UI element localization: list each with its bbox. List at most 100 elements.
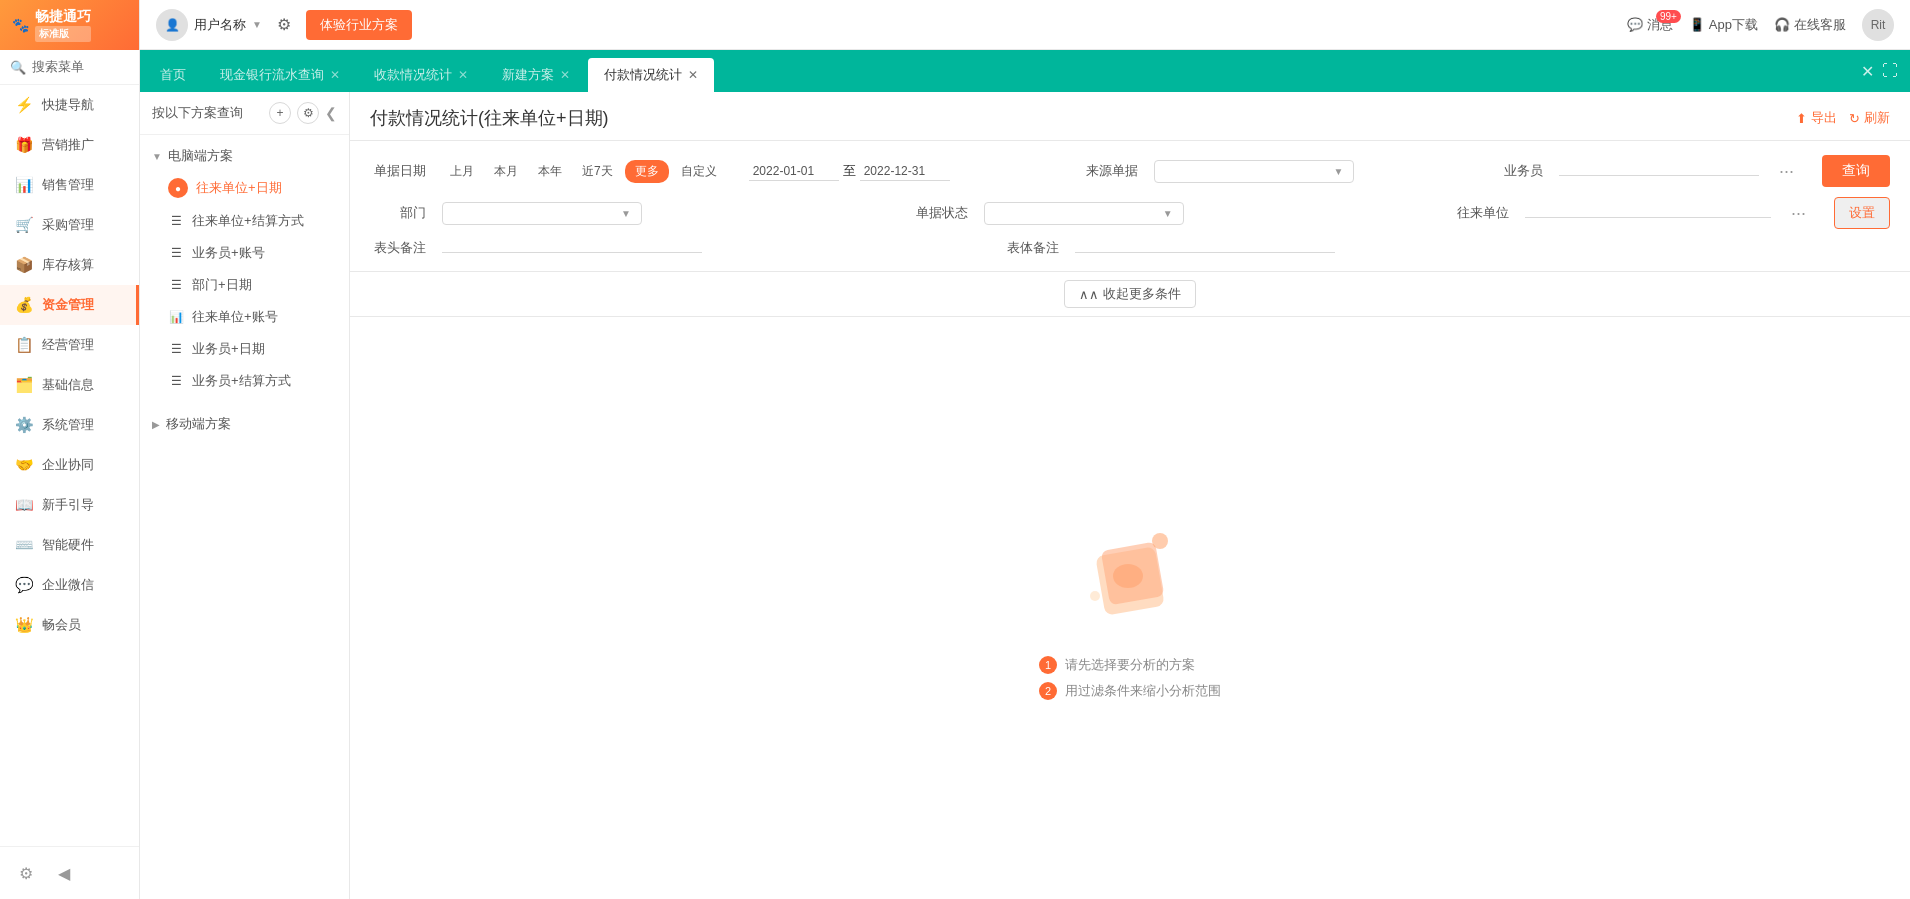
page-title-bar: 付款情况统计(往来单位+日期) ⬆ 导出 ↻ 刷新 — [350, 92, 1910, 141]
scheme-item-dept-date[interactable]: ☰ 部门+日期 — [140, 269, 349, 301]
header-settings-icon[interactable]: ⚙ — [270, 11, 298, 39]
partner-dots[interactable]: ··· — [1791, 203, 1806, 224]
date-input-range: 至 — [749, 162, 950, 181]
sidebar-search[interactable]: 🔍 搜索菜单 — [0, 50, 139, 85]
tab-payment-close[interactable]: ✕ — [688, 68, 698, 82]
scheme-item-icon: ☰ — [168, 245, 184, 261]
scheme-item-icon: ☰ — [168, 373, 184, 389]
date-opt-custom[interactable]: 自定义 — [673, 160, 725, 183]
settings-button[interactable]: 设置 — [1834, 197, 1890, 229]
trial-button[interactable]: 体验行业方案 — [306, 10, 412, 40]
tab-fullscreen-btn[interactable]: ⛶ — [1882, 62, 1898, 80]
tab-receipt-close[interactable]: ✕ — [458, 68, 468, 82]
online-service-action[interactable]: 🎧 在线客服 — [1774, 16, 1846, 34]
tab-new-scheme-close[interactable]: ✕ — [560, 68, 570, 82]
sidebar-item-label: 资金管理 — [42, 296, 94, 314]
date-opt-this-month[interactable]: 本月 — [486, 160, 526, 183]
scheme-item-partner-account[interactable]: 📊 往来单位+账号 — [140, 301, 349, 333]
sidebar-footer: ⚙ ◀ — [0, 846, 139, 899]
sidebar-settings-btn[interactable]: ⚙ — [12, 859, 40, 887]
date-separator: 至 — [843, 162, 856, 180]
content-area: 按以下方案查询 + ⚙ ❮ ▼ 电脑端方案 ● 往来单位+日期 ☰ — [140, 92, 1910, 899]
sidebar-item-member[interactable]: 👑 畅会员 — [0, 605, 139, 645]
date-opt-more[interactable]: 更多 — [625, 160, 669, 183]
sidebar-item-label: 系统管理 — [42, 416, 94, 434]
refresh-button[interactable]: ↻ 刷新 — [1849, 109, 1890, 127]
step-2-num: 2 — [1039, 682, 1057, 700]
date-end-input[interactable] — [860, 162, 950, 181]
refresh-label: 刷新 — [1864, 109, 1890, 127]
scheme-item-salesman-account[interactable]: ☰ 业务员+账号 — [140, 237, 349, 269]
scheme-mobile-section: ▶ 移动端方案 — [140, 403, 349, 445]
source-select[interactable]: ▼ — [1154, 160, 1354, 183]
export-button[interactable]: ⬆ 导出 — [1796, 109, 1837, 127]
mobile-section-label: 移动端方案 — [166, 415, 231, 433]
date-opt-last-7[interactable]: 近7天 — [574, 160, 621, 183]
scheme-settings-btn[interactable]: ⚙ — [297, 102, 319, 124]
sidebar-item-marketing[interactable]: 🎁 营销推广 — [0, 125, 139, 165]
tab-receipt[interactable]: 收款情况统计 ✕ — [358, 58, 484, 92]
date-start-input[interactable] — [749, 162, 839, 181]
sidebar-item-finance[interactable]: 💰 资金管理 — [0, 285, 139, 325]
sidebar-nav: ⚡ 快捷导航 🎁 营销推广 📊 销售管理 🛒 采购管理 📦 库存核算 💰 资金管… — [0, 85, 139, 846]
query-button[interactable]: 查询 — [1822, 155, 1890, 187]
member-icon: 👑 — [14, 615, 34, 635]
body-note-label: 表体备注 — [1003, 239, 1059, 257]
service-icon: 🎧 — [1774, 17, 1790, 32]
app-download-action[interactable]: 📱 App下载 — [1689, 16, 1758, 34]
sidebar-item-purchase[interactable]: 🛒 采购管理 — [0, 205, 139, 245]
message-action[interactable]: 💬 消息 99+ — [1627, 16, 1673, 34]
tab-close-all-btn[interactable]: ✕ — [1861, 62, 1874, 81]
scheme-desktop-section: ▼ 电脑端方案 ● 往来单位+日期 ☰ 往来单位+结算方式 ☰ 业务员+账号 ☰ — [140, 135, 349, 403]
date-opt-last-month[interactable]: 上月 — [442, 160, 482, 183]
export-icon: ⬆ — [1796, 111, 1807, 126]
collapse-button[interactable]: ∧∧ 收起更多条件 — [1064, 280, 1196, 308]
scheme-item-partner-settle[interactable]: ☰ 往来单位+结算方式 — [140, 205, 349, 237]
tab-bar-actions: ✕ ⛶ — [1861, 62, 1906, 81]
sidebar-item-wechat[interactable]: 💬 企业微信 — [0, 565, 139, 605]
logo-icon: 🐾 — [12, 17, 29, 33]
scheme-item-salesman-date[interactable]: ☰ 业务员+日期 — [140, 333, 349, 365]
sidebar-item-enterprise[interactable]: 🤝 企业协同 — [0, 445, 139, 485]
tab-payment[interactable]: 付款情况统计 ✕ — [588, 58, 714, 92]
sidebar-item-hardware[interactable]: ⌨️ 智能硬件 — [0, 525, 139, 565]
sidebar-item-label: 采购管理 — [42, 216, 94, 234]
guide-icon: 📖 — [14, 495, 34, 515]
sidebar-item-business[interactable]: 📋 经营管理 — [0, 325, 139, 365]
sidebar-item-sales[interactable]: 📊 销售管理 — [0, 165, 139, 205]
tab-new-scheme[interactable]: 新建方案 ✕ — [486, 58, 586, 92]
scheme-collapse-btn[interactable]: ❮ — [325, 105, 337, 121]
doc-status-select[interactable]: ▼ — [984, 202, 1184, 225]
filter-row-3: 表头备注 表体备注 — [370, 239, 1890, 257]
scheme-item-icon: ☰ — [168, 213, 184, 229]
tab-bank[interactable]: 现金银行流水查询 ✕ — [204, 58, 356, 92]
sidebar-item-quick-nav[interactable]: ⚡ 快捷导航 — [0, 85, 139, 125]
salesman-dots[interactable]: ··· — [1779, 161, 1794, 182]
sidebar-item-guide[interactable]: 📖 新手引导 — [0, 485, 139, 525]
sidebar-item-inventory[interactable]: 📦 库存核算 — [0, 245, 139, 285]
purchase-icon: 🛒 — [14, 215, 34, 235]
online-service-label: 在线客服 — [1794, 16, 1846, 34]
dept-select[interactable]: ▼ — [442, 202, 642, 225]
tab-bank-close[interactable]: ✕ — [330, 68, 340, 82]
sidebar-collapse-btn[interactable]: ◀ — [50, 859, 78, 887]
scheme-mobile-title[interactable]: ▶ 移动端方案 — [140, 409, 349, 439]
date-opt-this-year[interactable]: 本年 — [530, 160, 570, 183]
scheme-add-btn[interactable]: + — [269, 102, 291, 124]
enterprise-icon: 🤝 — [14, 455, 34, 475]
empty-step-2: 2 用过滤条件来缩小分析范围 — [1039, 682, 1221, 700]
scheme-item-label: 往来单位+结算方式 — [192, 212, 304, 230]
scheme-item-partner-date[interactable]: ● 往来单位+日期 — [140, 171, 349, 205]
user-avatar-area[interactable]: 👤 用户名称 ▼ — [156, 9, 262, 41]
svg-point-3 — [1090, 591, 1100, 601]
tab-home[interactable]: 首页 — [144, 58, 202, 92]
scheme-desktop-title[interactable]: ▼ 电脑端方案 — [140, 141, 349, 171]
scheme-header-label: 按以下方案查询 — [152, 104, 243, 122]
tab-new-scheme-label: 新建方案 — [502, 66, 554, 84]
sidebar-item-system[interactable]: ⚙️ 系统管理 — [0, 405, 139, 445]
user-avatar-right[interactable]: Rit — [1862, 9, 1894, 41]
tab-home-label: 首页 — [160, 66, 186, 84]
sidebar-item-basic[interactable]: 🗂️ 基础信息 — [0, 365, 139, 405]
tab-payment-label: 付款情况统计 — [604, 66, 682, 84]
scheme-item-salesman-settle[interactable]: ☰ 业务员+结算方式 — [140, 365, 349, 397]
